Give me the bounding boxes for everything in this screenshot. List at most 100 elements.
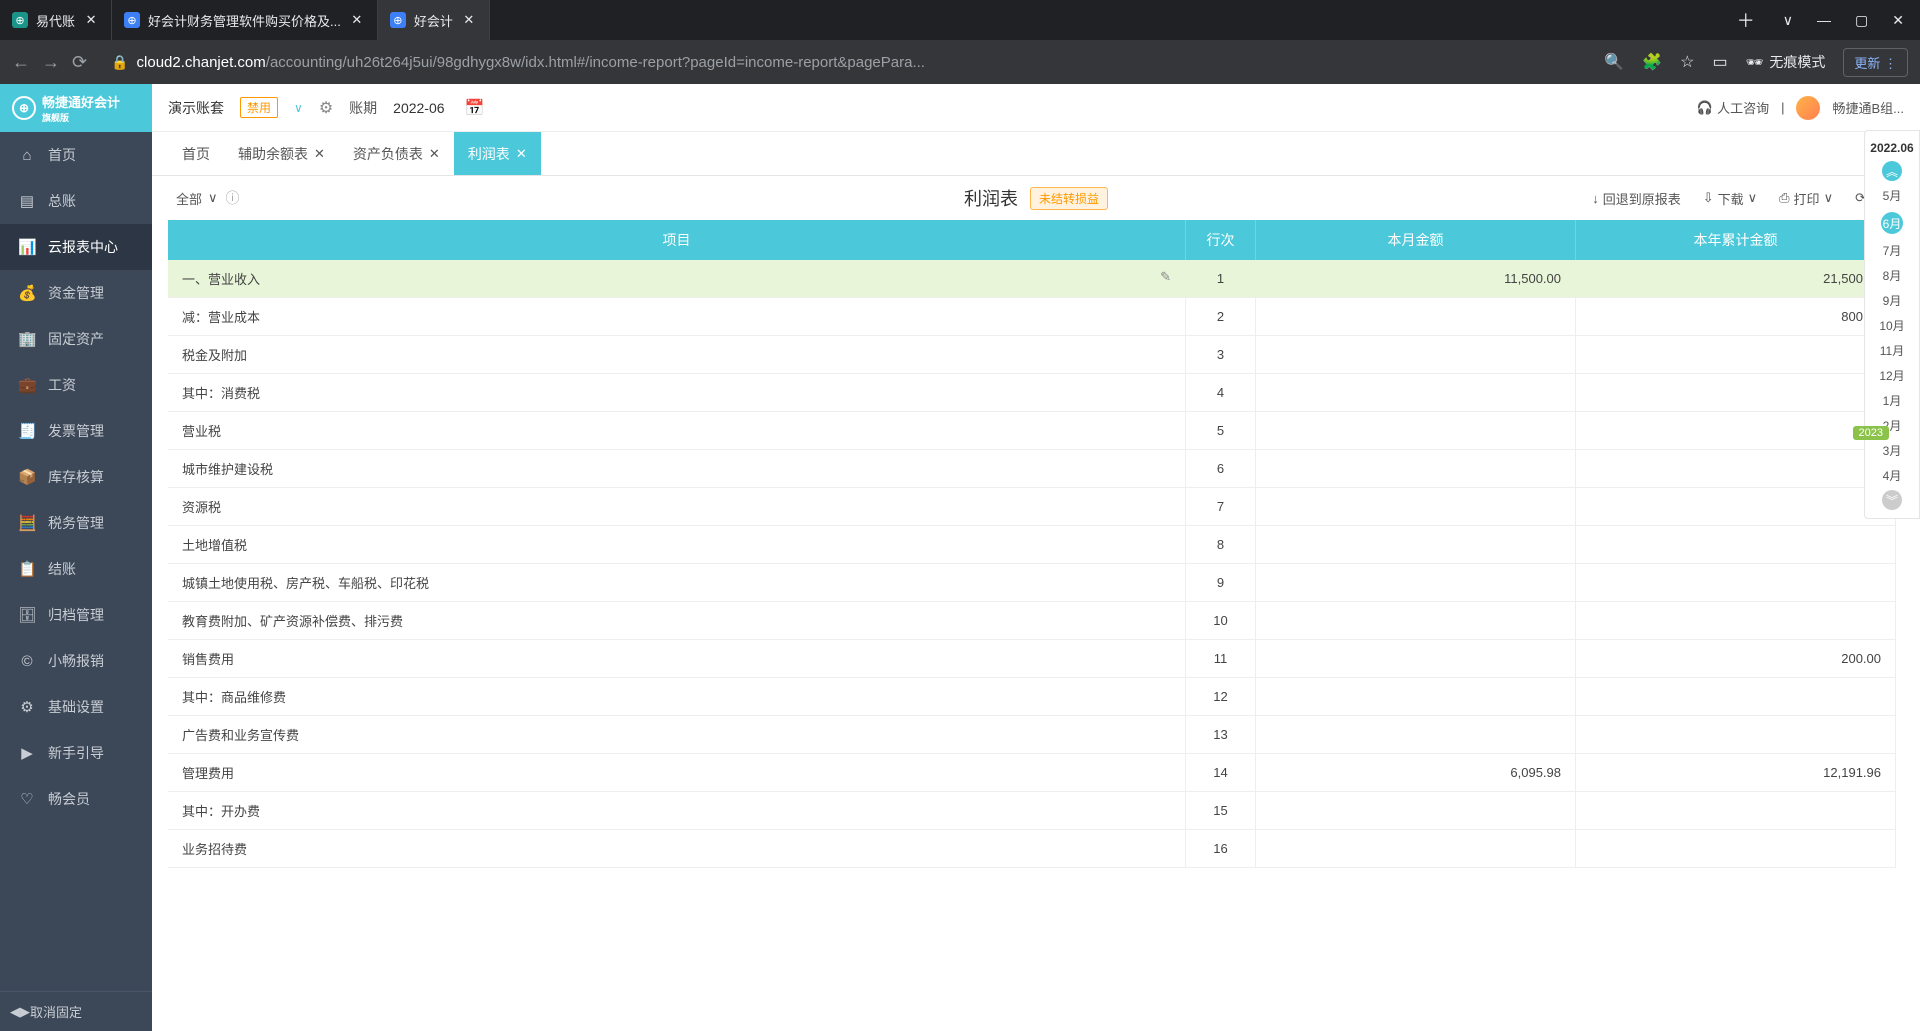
- sidebar-logo[interactable]: ⊕ 畅捷通好会计 旗舰版: [0, 84, 152, 132]
- browser-tab[interactable]: ⊕ 好会计 ✕: [378, 0, 490, 40]
- table-row[interactable]: 其中：商品维修费 12: [168, 678, 1896, 716]
- user-avatar[interactable]: [1796, 96, 1820, 120]
- month-item[interactable]: 6月: [1865, 208, 1919, 238]
- close-window-button[interactable]: ✕: [1892, 12, 1904, 29]
- new-tab-button[interactable]: ＋: [1725, 7, 1767, 33]
- sidebar-item-icon: 🧮: [18, 514, 36, 532]
- month-item[interactable]: 4月: [1865, 463, 1919, 488]
- gear-icon[interactable]: ⚙: [319, 98, 333, 118]
- table-row[interactable]: 一、营业收入✎ 1 11,500.00 21,500.00: [168, 260, 1896, 298]
- cell-item: 土地增值税: [168, 526, 1186, 564]
- period-value[interactable]: 2022-06: [393, 100, 444, 116]
- app-tab[interactable]: 利润表 ✕: [454, 132, 541, 175]
- maximize-button[interactable]: ▢: [1855, 12, 1868, 29]
- account-dropdown-icon[interactable]: ∨: [294, 101, 303, 115]
- update-button[interactable]: 更新 ⋮: [1843, 48, 1908, 77]
- sidebar-item[interactable]: 📦 库存核算: [0, 454, 152, 500]
- address-bar[interactable]: 🔒 cloud2.chanjet.com/accounting/uh26t264…: [99, 54, 1592, 71]
- user-name[interactable]: 畅捷通B组...: [1832, 98, 1904, 117]
- app-tab[interactable]: 首页: [168, 132, 224, 175]
- month-item[interactable]: 10月: [1865, 313, 1919, 338]
- table-row[interactable]: 资源税 7: [168, 488, 1896, 526]
- reading-list-icon[interactable]: ▭: [1712, 52, 1727, 72]
- reload-button[interactable]: ⟳: [72, 52, 87, 73]
- cell-year-amount: [1576, 336, 1896, 374]
- tab-close-icon[interactable]: ✕: [349, 12, 365, 28]
- sidebar-item[interactable]: 🗄 归档管理: [0, 592, 152, 638]
- cell-year-amount: [1576, 792, 1896, 830]
- tab-close-icon[interactable]: ✕: [516, 146, 527, 162]
- cell-year-amount: 800.00: [1576, 298, 1896, 336]
- table-row[interactable]: 广告费和业务宣传费 13: [168, 716, 1896, 754]
- edit-icon[interactable]: ✎: [1160, 269, 1171, 285]
- cell-year-amount: [1576, 450, 1896, 488]
- sidebar-item[interactable]: 🏢 固定资产: [0, 316, 152, 362]
- bookmark-icon[interactable]: ☆: [1680, 52, 1694, 72]
- month-prev-button[interactable]: ︽: [1882, 161, 1902, 181]
- filter-dropdown[interactable]: 全部 ∨: [176, 189, 218, 208]
- sidebar-item[interactable]: 📊 云报表中心: [0, 224, 152, 270]
- calendar-icon[interactable]: 📅: [465, 98, 485, 118]
- sidebar-item[interactable]: ⌂ 首页: [0, 132, 152, 178]
- table-row[interactable]: 减：营业成本 2 800.00: [168, 298, 1896, 336]
- help-icon[interactable]: ⓘ: [226, 188, 240, 208]
- cell-row-num: 13: [1186, 716, 1256, 754]
- table-row[interactable]: 税金及附加 3: [168, 336, 1896, 374]
- table-row[interactable]: 营业税 5: [168, 412, 1896, 450]
- table-row[interactable]: 其中：消费税 4: [168, 374, 1896, 412]
- month-item[interactable]: 5月: [1865, 183, 1919, 208]
- table-row[interactable]: 销售费用 11 200.00: [168, 640, 1896, 678]
- support-link[interactable]: 🎧 人工咨询: [1697, 98, 1769, 117]
- sidebar-item[interactable]: ▤ 总账: [0, 178, 152, 224]
- tab-close-icon[interactable]: ✕: [429, 146, 440, 162]
- print-button[interactable]: ⎙ 打印 ∨: [1779, 189, 1833, 208]
- forward-button[interactable]: →: [42, 52, 60, 73]
- download-arrow-icon: ↓: [1592, 191, 1599, 206]
- table-row[interactable]: 土地增值税 8: [168, 526, 1896, 564]
- table-row[interactable]: 其中：开办费 15: [168, 792, 1896, 830]
- download-button[interactable]: ⇩ 下载 ∨: [1703, 189, 1757, 208]
- sidebar-item[interactable]: 💰 资金管理: [0, 270, 152, 316]
- month-item[interactable]: 3月: [1865, 438, 1919, 463]
- sidebar-item[interactable]: ♡ 畅会员: [0, 776, 152, 822]
- month-item[interactable]: 11月: [1865, 338, 1919, 363]
- sidebar-item[interactable]: 🧮 税务管理: [0, 500, 152, 546]
- app-tab[interactable]: 资产负债表✕: [339, 132, 454, 175]
- table-row[interactable]: 管理费用 14 6,095.98 12,191.96: [168, 754, 1896, 792]
- sidebar-item[interactable]: ▶ 新手引导: [0, 730, 152, 776]
- table-row[interactable]: 教育费附加、矿产资源补偿费、排污费 10: [168, 602, 1896, 640]
- reset-button[interactable]: ↓ 回退到原报表: [1592, 189, 1681, 208]
- browser-tab[interactable]: ⊕ 好会计财务管理软件购买价格及... ✕: [112, 0, 378, 40]
- sidebar-item[interactable]: © 小畅报销: [0, 638, 152, 684]
- sidebar-footer[interactable]: ◀▶ 取消固定: [0, 991, 152, 1031]
- tab-close-icon[interactable]: ✕: [314, 146, 325, 162]
- sidebar-item[interactable]: 📋 结账: [0, 546, 152, 592]
- sidebar-item[interactable]: 💼 工资: [0, 362, 152, 408]
- month-item[interactable]: 1月: [1865, 388, 1919, 413]
- cell-item: 广告费和业务宣传费: [168, 716, 1186, 754]
- month-item[interactable]: 12月: [1865, 363, 1919, 388]
- window-dropdown[interactable]: ∨: [1783, 12, 1793, 29]
- back-button[interactable]: ←: [12, 52, 30, 73]
- sidebar-item[interactable]: 🧾 发票管理: [0, 408, 152, 454]
- tab-close-icon[interactable]: ✕: [83, 12, 99, 28]
- tab-close-icon[interactable]: ✕: [461, 12, 477, 28]
- month-item[interactable]: 7月: [1865, 238, 1919, 263]
- browser-tab[interactable]: ⊕ 易代账 ✕: [0, 0, 112, 40]
- account-name[interactable]: 演示账套: [168, 98, 224, 118]
- table-row[interactable]: 城镇土地使用税、房产税、车船税、印花税 9: [168, 564, 1896, 602]
- table-wrap[interactable]: › 项目 行次 本月金额 本年累计金额 一、营业收入✎ 1 11,500.00 …: [152, 220, 1920, 1031]
- app-tab[interactable]: 辅助余额表✕: [224, 132, 339, 175]
- month-item[interactable]: 8月: [1865, 263, 1919, 288]
- zoom-icon[interactable]: 🔍: [1604, 52, 1624, 72]
- minimize-button[interactable]: ―: [1817, 12, 1831, 29]
- month-next-button[interactable]: ︾: [1882, 490, 1902, 510]
- sidebar-item[interactable]: ⚙ 基础设置: [0, 684, 152, 730]
- browser-tab-bar: ⊕ 易代账 ✕ ⊕ 好会计财务管理软件购买价格及... ✕ ⊕ 好会计 ✕ ＋ …: [0, 0, 1920, 40]
- app-tab-label: 利润表: [468, 144, 510, 164]
- extension-icon[interactable]: 🧩: [1642, 52, 1662, 72]
- table-row[interactable]: 城市维护建设税 6: [168, 450, 1896, 488]
- sidebar-item-icon: ⚙: [18, 698, 36, 716]
- month-item[interactable]: 9月: [1865, 288, 1919, 313]
- table-row[interactable]: 业务招待费 16: [168, 830, 1896, 868]
